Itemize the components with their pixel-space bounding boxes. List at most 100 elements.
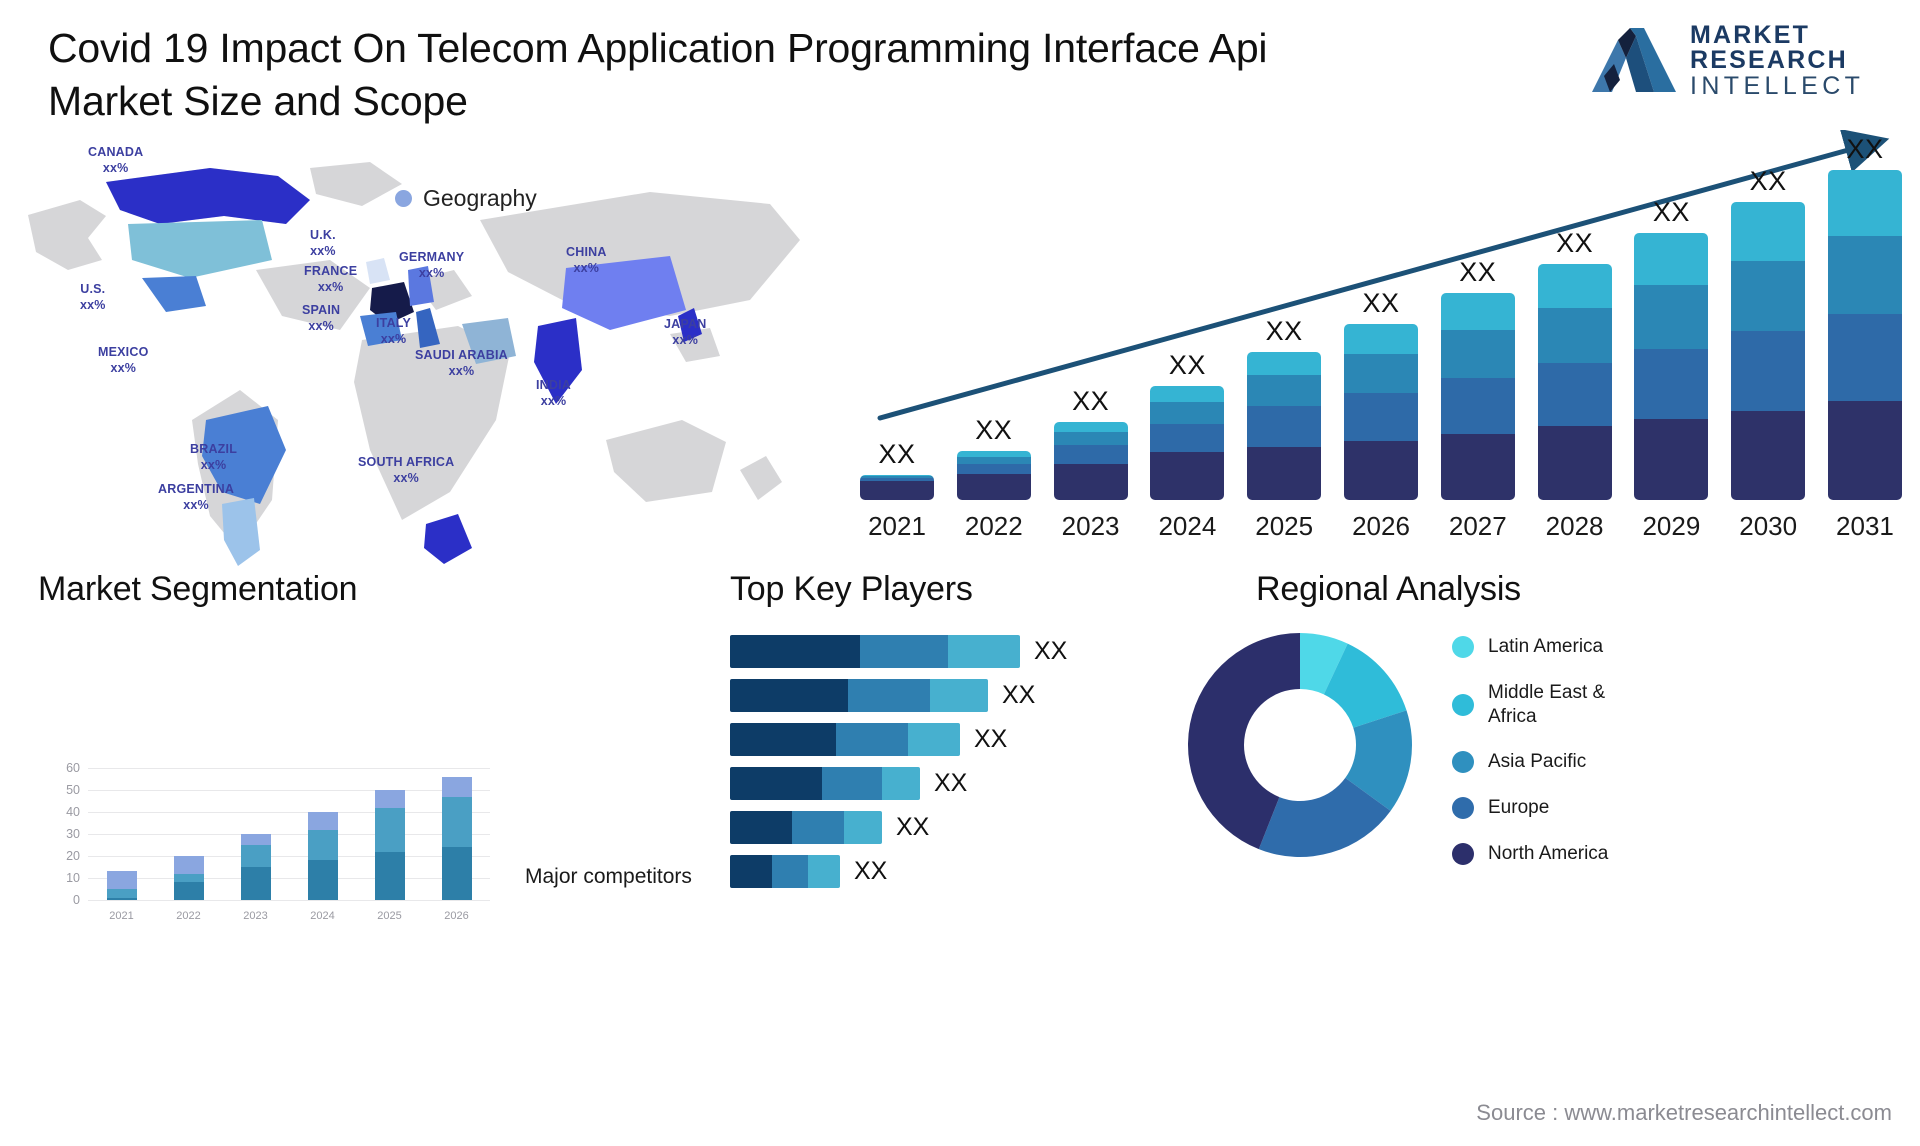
main-bar-value-label: XX [1362,288,1400,319]
map-country-name: SOUTH AFRICA [358,455,455,469]
player-value-label: XX [1034,637,1068,665]
main-bar-segment [1827,400,1902,500]
regional-legend-item[interactable]: Europe [1452,796,1608,820]
main-bar-segment [1731,260,1806,332]
map-country-name: SAUDI ARABIA [415,348,508,362]
player-row: XX [730,767,1200,800]
map-country-name: INDIA [536,378,572,392]
map-country-value: xx% [540,393,567,408]
segmentation-bars [88,768,490,900]
map-label-japan: JAPAN xx% [664,317,706,348]
main-bar-segment [1053,422,1128,433]
main-bar-segment [1247,351,1322,375]
regional-analysis-chart: Latin America Middle East & Africa Asia Pac… [1180,625,1920,925]
main-bar-segment [1440,329,1515,378]
map-country-name: U.S. [80,282,106,296]
segmentation-x-tick: 2025 [377,910,402,922]
main-bar-segment [1343,324,1418,355]
segmentation-plot: 0 10 20 30 40 50 60 [66,761,490,907]
main-bar [860,474,934,500]
regional-legend-swatch [1452,693,1474,716]
map-label-argentina: ARGENTINA xx% [158,482,234,513]
main-bar [1247,351,1322,500]
map-country-value: xx% [102,160,129,175]
player-bar-segment [772,855,808,888]
main-bar-segment [1053,463,1128,500]
main-forecast-chart: XX XX XX XX XX XX XX XX XX XX XX 2021 2022 2023 2024 2… [840,130,1910,550]
map-country-value: xx% [183,497,209,512]
regional-legend-item[interactable]: North America [1452,842,1608,866]
main-chart-year-label: 2026 [1352,511,1410,541]
regional-legend-swatch [1452,796,1474,819]
player-row: XX [730,635,1200,668]
segmentation-bar [307,768,338,900]
main-bar-column: XX [1343,288,1418,500]
map-country-name: CANADA [88,145,144,159]
map-country-name: U.K. [310,228,336,242]
segmentation-y-tick: 20 [66,849,80,863]
main-bar-segment [1247,446,1322,500]
main-bar-segment [1731,331,1806,411]
map-country-value: xx% [317,279,344,294]
regional-legend-swatch [1452,751,1474,774]
main-bar-segment [1634,233,1709,286]
map-country-name: BRAZIL [190,442,238,456]
map-label-mexico: MEXICO xx% [98,345,149,376]
main-bar [1827,170,1902,500]
main-bar-segment [1440,433,1515,500]
main-bar-segment [1053,445,1128,464]
player-value-label: XX [896,813,930,841]
player-bar-segment [848,679,930,712]
player-bar [730,855,840,888]
player-bar [730,635,1020,668]
player-bar-segment [808,855,840,888]
player-bar-segment [836,723,908,756]
regional-analysis-title: Regional Analysis [1256,570,1521,608]
logo-line-1: MARKET [1690,20,1811,49]
player-row: XX [730,679,1200,712]
map-label-china: CHINA xx% [566,245,607,276]
main-bar-segment [1440,292,1515,330]
player-bar-segment [930,679,988,712]
map-country-value: xx% [418,265,445,280]
segmentation-bar [374,768,405,900]
main-chart-year-label: 2028 [1545,511,1604,541]
top-key-players-title: Top Key Players [730,570,973,608]
segmentation-bar-segment [240,867,271,900]
player-row: XX [730,855,1200,888]
main-bar-segment [1150,452,1225,500]
segmentation-x-axis: 2021 2022 2023 2024 2025 2026 [88,910,490,922]
regional-legend: Latin America Middle East & Africa Asia Pac… [1452,635,1608,888]
player-bar-segment [792,811,844,844]
main-bar-segment [1247,406,1322,447]
main-bar [956,451,1031,500]
main-bar-segment [1343,354,1418,394]
main-bar-column: XX [1053,386,1128,500]
main-bar [1053,422,1128,500]
main-bar-segment [1537,308,1612,364]
main-bar-column: XX [1247,316,1322,500]
map-label-south-africa: SOUTH AFRICA xx% [358,455,454,486]
main-chart-year-label: 2023 [1061,511,1120,541]
main-bar [1150,386,1225,500]
segmentation-bar-segment [240,845,271,867]
main-bar-segment [1827,314,1902,401]
logo: MARKET RESEARCH INTELLECT [1592,18,1892,104]
player-value-label: XX [974,725,1008,753]
player-row: XX [730,811,1200,844]
segmentation-bar-segment [307,812,338,830]
regional-legend-item[interactable]: Latin America [1452,635,1608,659]
main-bar-segment [1634,285,1709,349]
regional-legend-item[interactable]: Asia Pacific [1452,750,1608,774]
regional-legend-item[interactable]: Middle East & Africa [1452,681,1608,729]
map-country-value: xx% [380,331,407,346]
main-bar-column: XX [1150,350,1225,500]
map-label-spain: SPAIN xx% [302,303,340,334]
main-bar-value-label: XX [878,438,916,469]
regional-donut-chart [1188,633,1412,857]
map-country-name: FRANCE [304,264,358,278]
regional-legend-label: Europe [1488,797,1550,818]
main-bar-column: XX [1731,166,1806,500]
segmentation-bar-segment [106,889,137,898]
segmentation-x-tick: 2022 [176,910,201,922]
